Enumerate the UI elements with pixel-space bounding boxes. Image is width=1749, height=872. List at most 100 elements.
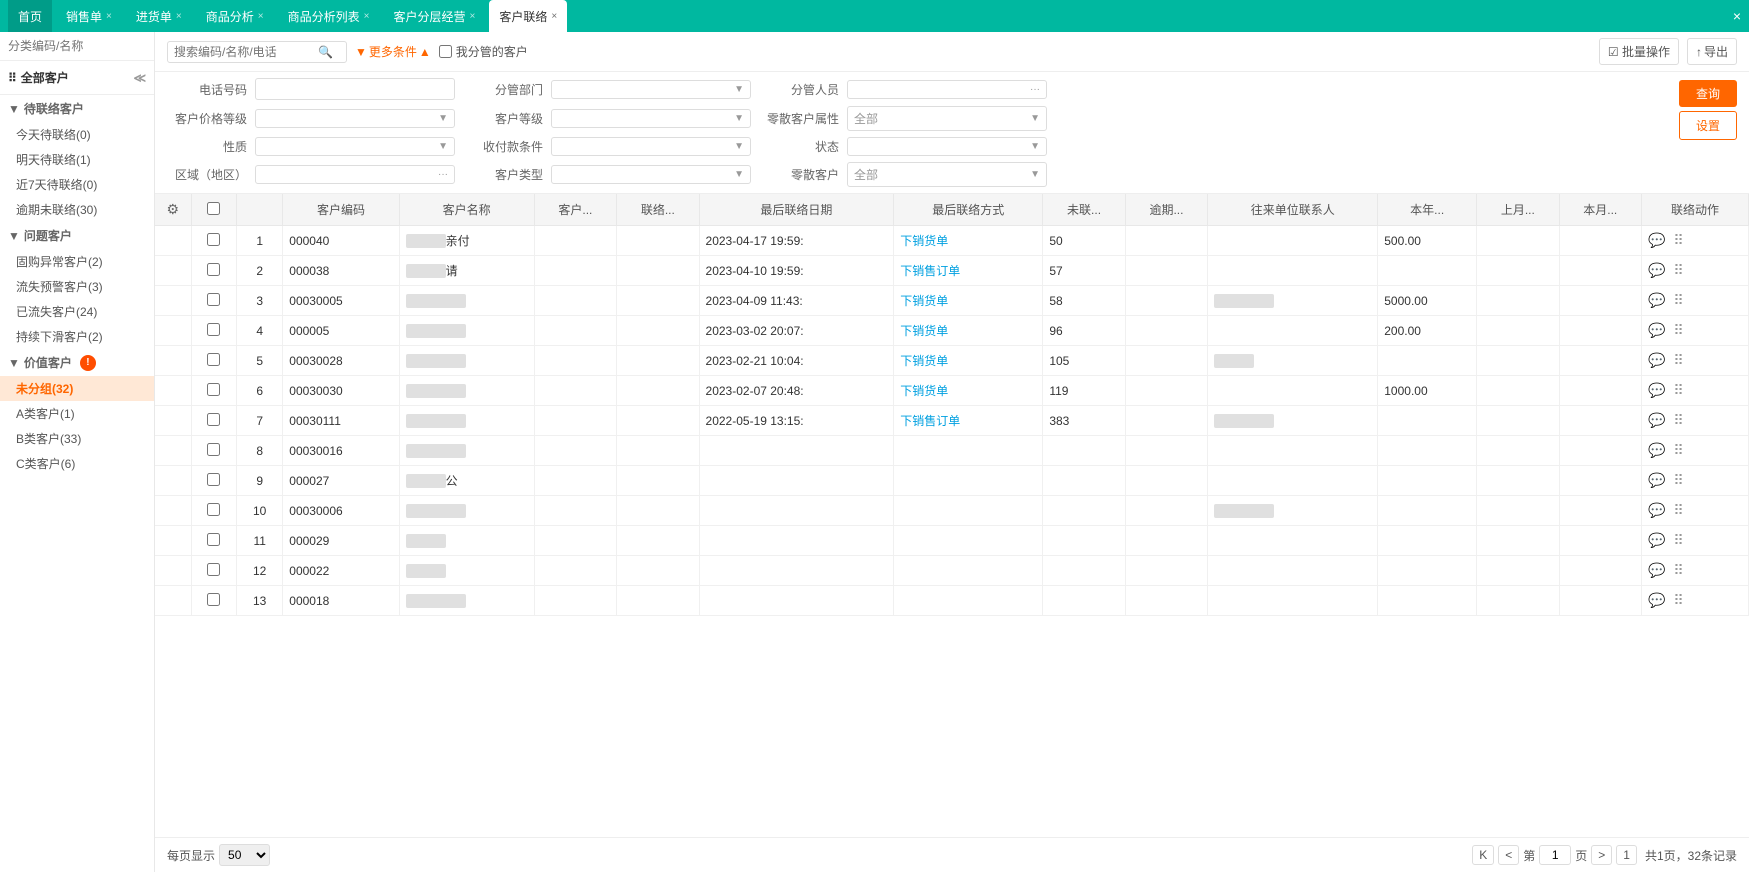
th-not-contacted[interactable]: 未联... xyxy=(1043,194,1125,226)
select-all-checkbox[interactable] xyxy=(207,202,220,215)
filter-select-customer-type[interactable]: ▼ xyxy=(551,165,751,184)
sidebar-item-b-class[interactable]: B类客户(33) xyxy=(0,426,154,451)
settings-icon[interactable]: ⚙ xyxy=(166,201,179,217)
filter-select-payment[interactable]: ▼ xyxy=(551,137,751,156)
grid-icon-8[interactable]: ⠿ xyxy=(1673,472,1683,489)
filter-select-retail-attr[interactable]: 全部 ▼ xyxy=(847,106,1047,131)
message-icon-5[interactable]: 💬 xyxy=(1648,382,1665,399)
message-icon-11[interactable]: 💬 xyxy=(1648,562,1665,579)
th-last-contact-method[interactable]: 最后联络方式 xyxy=(894,194,1043,226)
filter-search-box[interactable]: 🔍 xyxy=(167,41,347,63)
page-input[interactable] xyxy=(1539,845,1571,865)
message-icon-6[interactable]: 💬 xyxy=(1648,412,1665,429)
td-last-contact-method-3[interactable]: 下销货单 xyxy=(894,316,1043,346)
last-page-button[interactable]: 1 xyxy=(1616,845,1637,865)
grid-icon-5[interactable]: ⠿ xyxy=(1673,382,1683,399)
sidebar-item-tomorrow[interactable]: 明天待联络(1) xyxy=(0,147,154,172)
tab-customer-contact[interactable]: 客户联络 × xyxy=(489,0,567,32)
filter-select-region[interactable]: ··· xyxy=(255,165,455,184)
contact-method-link-3[interactable]: 下销货单 xyxy=(900,324,948,338)
grid-icon-10[interactable]: ⠿ xyxy=(1673,532,1683,549)
td-checkbox-11[interactable] xyxy=(191,556,237,586)
th-type[interactable]: 客户... xyxy=(534,194,616,226)
contact-method-link-4[interactable]: 下销货单 xyxy=(900,354,948,368)
first-page-button[interactable]: K xyxy=(1472,845,1494,865)
reset-button[interactable]: 设置 xyxy=(1679,111,1737,140)
tab-product-analysis-list[interactable]: 商品分析列表 × xyxy=(278,0,380,32)
grid-icon-0[interactable]: ⠿ xyxy=(1673,232,1683,249)
sidebar-item-a-class[interactable]: A类客户(1) xyxy=(0,401,154,426)
th-last-contact-date[interactable]: 最后联络日期 xyxy=(699,194,894,226)
td-checkbox-7[interactable] xyxy=(191,436,237,466)
filter-select-customer-level[interactable]: ▼ xyxy=(551,109,751,128)
td-last-contact-method-5[interactable]: 下销货单 xyxy=(894,376,1043,406)
td-last-contact-method-6[interactable]: 下销售订单 xyxy=(894,406,1043,436)
filter-select-nature[interactable]: ▼ xyxy=(255,137,455,156)
batch-ops-button[interactable]: ☑ 批量操作 xyxy=(1599,38,1679,65)
td-last-contact-method-4[interactable]: 下销货单 xyxy=(894,346,1043,376)
th-this-month[interactable]: 本月... xyxy=(1559,194,1641,226)
tab-home[interactable]: 首页 xyxy=(8,0,52,32)
my-customers-checkbox[interactable] xyxy=(439,45,452,58)
th-contact[interactable]: 联络... xyxy=(617,194,699,226)
td-checkbox-1[interactable] xyxy=(191,256,237,286)
contact-method-link-2[interactable]: 下销货单 xyxy=(900,294,948,308)
sidebar-group-problem[interactable]: ▼ 问题客户 xyxy=(0,222,154,249)
td-checkbox-5[interactable] xyxy=(191,376,237,406)
tab-product-analysis-list-close[interactable]: × xyxy=(364,11,370,22)
collapse-icon[interactable]: ≪ xyxy=(133,71,146,85)
filter-my-customers[interactable]: 我分管的客户 xyxy=(439,43,528,60)
message-icon-8[interactable]: 💬 xyxy=(1648,472,1665,489)
tab-product-analysis[interactable]: 商品分析 × xyxy=(196,0,274,32)
prev-page-button[interactable]: < xyxy=(1498,845,1519,865)
td-checkbox-4[interactable] xyxy=(191,346,237,376)
tab-product-analysis-close[interactable]: × xyxy=(258,11,264,22)
filter-more-btn[interactable]: ▼ 更多条件 ▲ xyxy=(355,43,431,60)
message-icon-10[interactable]: 💬 xyxy=(1648,532,1665,549)
message-icon-7[interactable]: 💬 xyxy=(1648,442,1665,459)
tab-purchase[interactable]: 进货单 × xyxy=(126,0,192,32)
tab-customer-layer-close[interactable]: × xyxy=(469,11,475,22)
sidebar-item-abnormal[interactable]: 固购异常客户(2) xyxy=(0,249,154,274)
grid-icon-3[interactable]: ⠿ xyxy=(1673,322,1683,339)
tab-purchase-close[interactable]: × xyxy=(176,11,182,22)
th-settings[interactable]: ⚙ xyxy=(155,194,191,226)
sidebar-all-customers[interactable]: ⠿ 全部客户 ≪ xyxy=(0,61,154,95)
filter-select-dept[interactable]: ▼ xyxy=(551,80,751,99)
grid-icon-11[interactable]: ⠿ xyxy=(1673,562,1683,579)
td-checkbox-3[interactable] xyxy=(191,316,237,346)
sidebar-item-churn-warning[interactable]: 流失预警客户(3) xyxy=(0,274,154,299)
sidebar-group-value[interactable]: ▼ 价值客户 ! xyxy=(0,349,154,376)
filter-select-manager[interactable]: ··· xyxy=(847,80,1047,99)
page-size-select[interactable]: 50 100 200 xyxy=(219,844,270,866)
contact-method-link-6[interactable]: 下销售订单 xyxy=(900,414,960,428)
message-icon-9[interactable]: 💬 xyxy=(1648,502,1665,519)
tab-sales-close[interactable]: × xyxy=(106,11,112,22)
contact-method-link-0[interactable]: 下销货单 xyxy=(900,234,948,248)
grid-icon-9[interactable]: ⠿ xyxy=(1673,502,1683,519)
grid-icon-4[interactable]: ⠿ xyxy=(1673,352,1683,369)
sidebar-item-7days[interactable]: 近7天待联络(0) xyxy=(0,172,154,197)
td-checkbox-2[interactable] xyxy=(191,286,237,316)
td-last-contact-method-1[interactable]: 下销售订单 xyxy=(894,256,1043,286)
message-icon-12[interactable]: 💬 xyxy=(1648,592,1665,609)
sidebar-item-lost[interactable]: 已流失客户(24) xyxy=(0,299,154,324)
message-icon-2[interactable]: 💬 xyxy=(1648,292,1665,309)
contact-method-link-1[interactable]: 下销售订单 xyxy=(900,264,960,278)
filter-select-retail[interactable]: 全部 ▼ xyxy=(847,162,1047,187)
message-icon-4[interactable]: 💬 xyxy=(1648,352,1665,369)
th-code[interactable]: 客户编码 xyxy=(283,194,399,226)
sidebar-item-today[interactable]: 今天待联络(0) xyxy=(0,122,154,147)
message-icon-1[interactable]: 💬 xyxy=(1648,262,1665,279)
th-last-month[interactable]: 上月... xyxy=(1477,194,1559,226)
filter-search-icon[interactable]: 🔍 xyxy=(318,45,333,59)
message-icon-3[interactable]: 💬 xyxy=(1648,322,1665,339)
export-button[interactable]: ↑ 导出 xyxy=(1687,38,1737,65)
filter-search-input[interactable] xyxy=(174,45,314,59)
td-checkbox-12[interactable] xyxy=(191,586,237,616)
grid-icon-2[interactable]: ⠿ xyxy=(1673,292,1683,309)
window-close-button[interactable]: × xyxy=(1733,8,1741,24)
td-checkbox-9[interactable] xyxy=(191,496,237,526)
sidebar-search-input[interactable] xyxy=(8,39,155,53)
grid-icon-1[interactable]: ⠿ xyxy=(1673,262,1683,279)
